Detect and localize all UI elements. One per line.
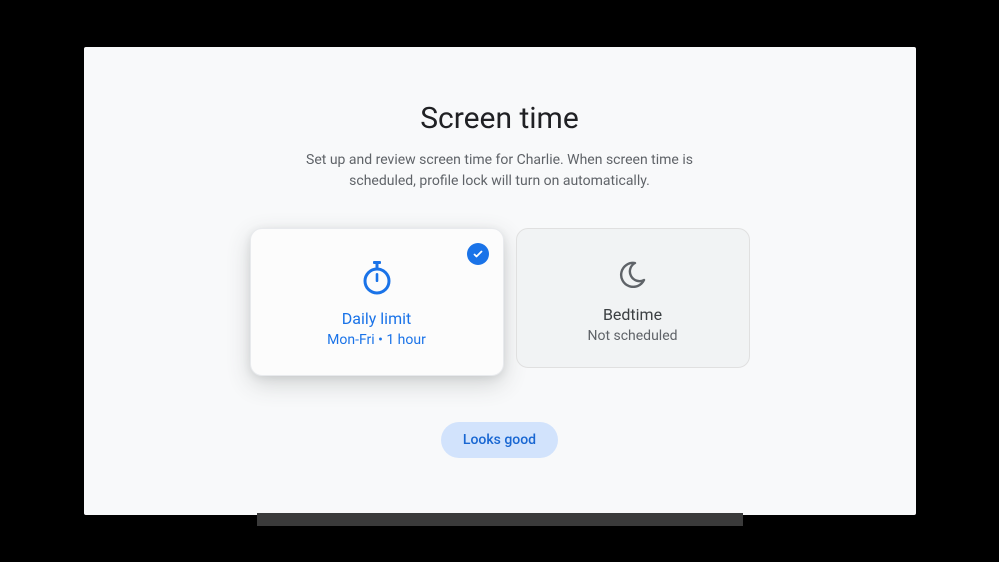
page-description: Set up and review screen time for Charli… [290, 150, 710, 192]
page-title: Screen time [420, 101, 579, 136]
bedtime-card[interactable]: Bedtime Not scheduled [516, 228, 750, 368]
bedtime-title: Bedtime [603, 305, 662, 324]
checkmark-icon [467, 243, 489, 265]
daily-limit-card[interactable]: Daily limit Mon-Fri • 1 hour [250, 228, 504, 376]
looks-good-button[interactable]: Looks good [441, 422, 558, 458]
moon-icon [619, 257, 647, 291]
tv-stand-shadow [257, 513, 743, 526]
bedtime-subtitle: Not scheduled [587, 328, 677, 344]
options-row: Daily limit Mon-Fri • 1 hour Bedtime Not… [250, 228, 750, 376]
daily-limit-title: Daily limit [342, 309, 411, 328]
screen-time-setup: Screen time Set up and review screen tim… [84, 47, 916, 515]
daily-limit-subtitle: Mon-Fri • 1 hour [327, 332, 426, 348]
stopwatch-icon [362, 261, 392, 295]
